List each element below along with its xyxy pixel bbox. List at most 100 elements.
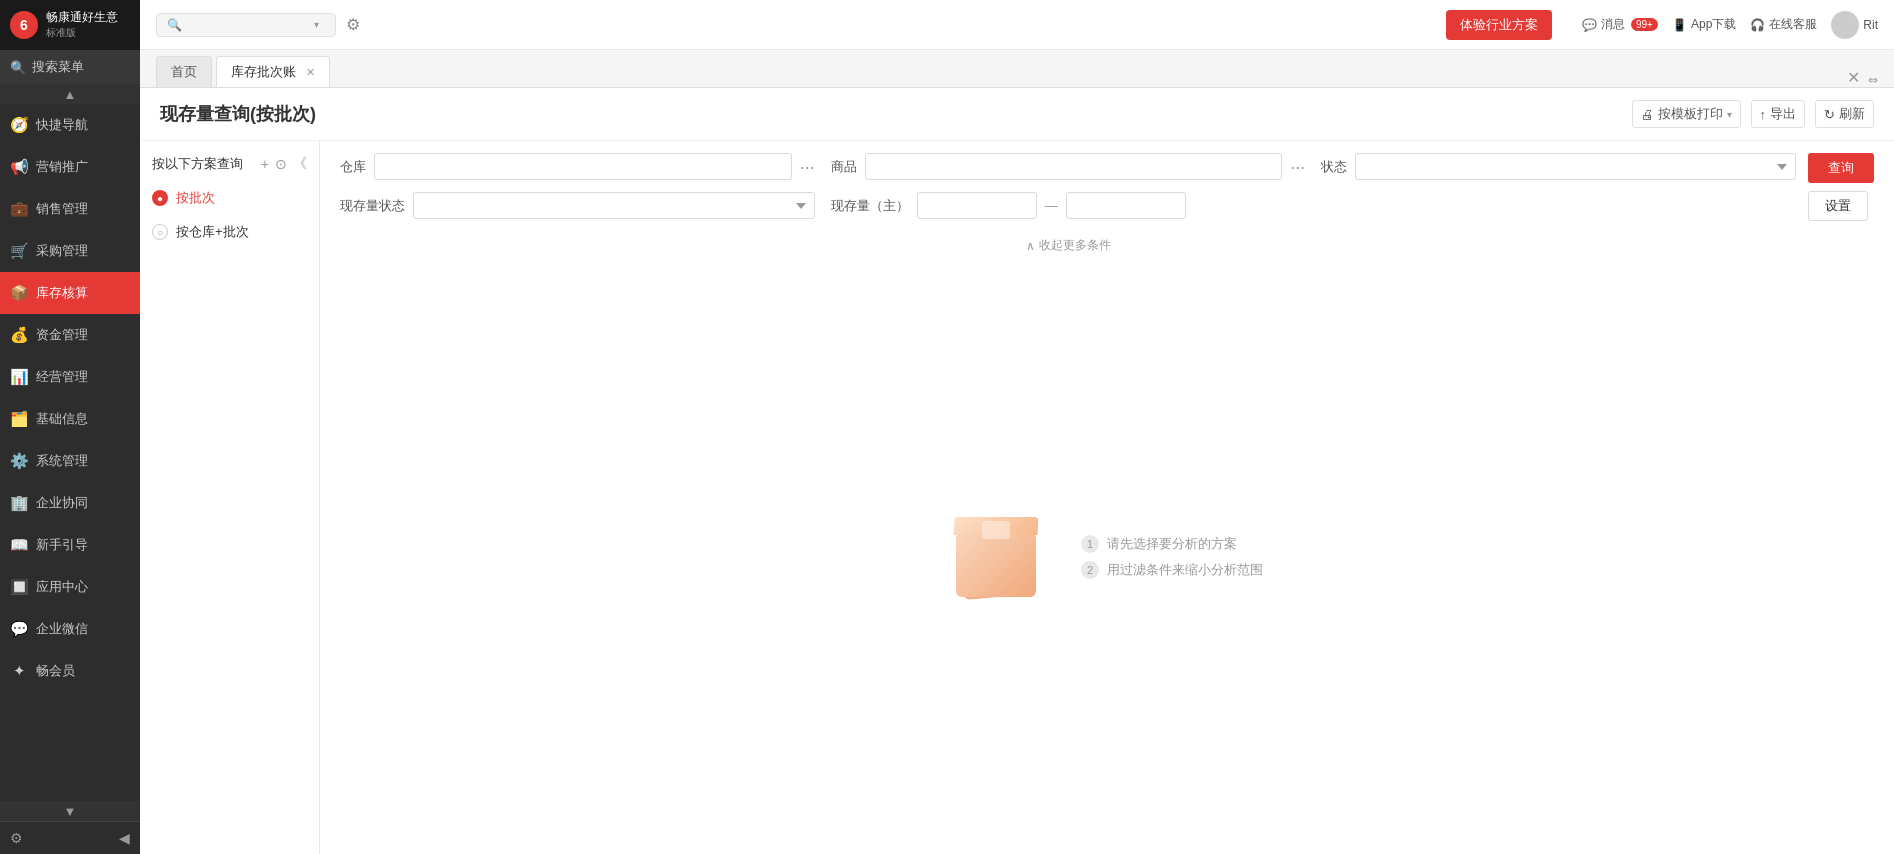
empty-number-1: 1: [1081, 535, 1099, 553]
sidebar-item-wechat[interactable]: 💬 企业微信: [0, 608, 140, 650]
body-area: 按以下方案查询 + ⊙ 《 ● 按批次 ○ 按仓库+批次: [140, 141, 1894, 854]
scheme-settings-icon[interactable]: ⊙: [275, 156, 287, 172]
scheme-item-by-batch[interactable]: ● 按批次: [140, 181, 319, 215]
stock-qty-max-input[interactable]: [1066, 192, 1186, 219]
collapse-sidebar-button[interactable]: ◀: [119, 830, 130, 846]
status-select[interactable]: [1355, 153, 1796, 180]
topbar-search-box[interactable]: 🔍 ▾: [156, 13, 336, 37]
stock-status-label: 现存量状态: [340, 197, 405, 215]
tab-home[interactable]: 首页: [156, 56, 212, 87]
product-input[interactable]: [865, 153, 1283, 180]
nav-label-member: 畅会员: [36, 662, 75, 680]
sidebar-scroll-up[interactable]: ▲: [0, 84, 140, 104]
app-download-button[interactable]: 📱 App下载: [1672, 16, 1736, 33]
collapse-filters-button[interactable]: ∧ 收起更多条件: [340, 231, 1796, 260]
stock-status-select[interactable]: [413, 192, 815, 219]
topbar-search-dropdown-icon[interactable]: ▾: [314, 19, 319, 30]
query-button[interactable]: 查询: [1808, 153, 1874, 183]
scheme-panel-actions: + ⊙ 《: [261, 155, 307, 173]
tab-inventory-batch-label: 库存批次账: [231, 64, 296, 79]
page-header: 现存量查询(按批次) 🖨 按模板打印 ▾ ↑ 导出 ↻ 刷新: [140, 88, 1894, 141]
nav-icon-wechat: 💬: [10, 620, 28, 638]
nav-icon-basic: 🗂️: [10, 410, 28, 428]
nav-label-guide: 新手引导: [36, 536, 88, 554]
settings-button[interactable]: ⚙: [10, 830, 23, 846]
empty-hint-1: 1 请先选择要分析的方案: [1081, 535, 1263, 553]
nav-label-system: 系统管理: [36, 452, 88, 470]
nav-label-sales: 销售管理: [36, 200, 88, 218]
topbar: 🔍 ▾ ⚙ 体验行业方案 💬 消息 99+ 📱 App下载 🎧 在线客服 R: [140, 0, 1894, 50]
export-button[interactable]: ↑ 导出: [1751, 100, 1806, 128]
filter-and-buttons: 仓库 ··· 商品 ··· 状态: [320, 141, 1894, 260]
sidebar-item-purchase[interactable]: 🛒 采购管理: [0, 230, 140, 272]
user-menu[interactable]: Rit: [1831, 11, 1878, 39]
filter-stock-qty-group: 现存量（主） —: [831, 192, 1306, 219]
page-actions: 🖨 按模板打印 ▾ ↑ 导出 ↻ 刷新: [1632, 100, 1875, 128]
nav-label-enterprise: 企业协同: [36, 494, 88, 512]
sidebar-item-sales[interactable]: 💼 销售管理: [0, 188, 140, 230]
sidebar-item-marketing[interactable]: 📢 营销推广: [0, 146, 140, 188]
app-download-label: App下载: [1691, 16, 1736, 33]
tab-home-label: 首页: [171, 64, 197, 79]
nav-icon-system: ⚙️: [10, 452, 28, 470]
nav-label-operation: 经营管理: [36, 368, 88, 386]
stock-qty-label: 现存量（主）: [831, 197, 909, 215]
print-dropdown-icon[interactable]: ▾: [1727, 109, 1732, 120]
app-download-icon: 📱: [1672, 18, 1687, 32]
scheme-label-by-batch: 按批次: [176, 189, 215, 207]
sidebar-item-quick-nav[interactable]: 🧭 快捷导航: [0, 104, 140, 146]
refresh-button[interactable]: ↻ 刷新: [1815, 100, 1874, 128]
scheme-add-icon[interactable]: +: [261, 156, 269, 172]
sidebar-item-member[interactable]: ✦ 畅会员: [0, 650, 140, 692]
topbar-search-input[interactable]: [188, 18, 308, 32]
sidebar-item-inventory[interactable]: 📦 库存核算: [0, 272, 140, 314]
refresh-icon: ↻: [1824, 107, 1835, 122]
product-more-btn[interactable]: ···: [1290, 158, 1305, 176]
sidebar-item-system[interactable]: ⚙️ 系统管理: [0, 440, 140, 482]
stock-qty-dash: —: [1045, 198, 1058, 213]
scheme-dot-by-batch: ●: [152, 190, 168, 206]
scheme-label-by-warehouse-batch: 按仓库+批次: [176, 223, 249, 241]
scheme-item-by-warehouse-batch[interactable]: ○ 按仓库+批次: [140, 215, 319, 249]
nav-icon-quick-nav: 🧭: [10, 116, 28, 134]
collapse-row: ∧ 收起更多条件: [340, 231, 1796, 260]
panel-close-button[interactable]: ✕: [1847, 68, 1860, 87]
online-service-button[interactable]: 🎧 在线客服: [1750, 16, 1817, 33]
status-label: 状态: [1321, 158, 1347, 176]
filter-row-1: 仓库 ··· 商品 ··· 状态: [340, 153, 1796, 180]
sidebar-item-basic[interactable]: 🗂️ 基础信息: [0, 398, 140, 440]
stock-qty-min-input[interactable]: [917, 192, 1037, 219]
sidebar-search[interactable]: 🔍 搜索菜单: [0, 50, 140, 84]
messages-button[interactable]: 💬 消息 99+: [1582, 16, 1658, 33]
filters-column: 仓库 ··· 商品 ··· 状态: [340, 153, 1796, 260]
tab-close-inventory-batch[interactable]: ✕: [306, 66, 315, 78]
filter-stock-status-group: 现存量状态: [340, 192, 815, 219]
sidebar-item-apps[interactable]: 🔲 应用中心: [0, 566, 140, 608]
nav-label-inventory: 库存核算: [36, 284, 88, 302]
content-area: 现存量查询(按批次) 🖨 按模板打印 ▾ ↑ 导出 ↻ 刷新: [140, 88, 1894, 854]
tab-inventory-batch[interactable]: 库存批次账 ✕: [216, 56, 330, 87]
sidebar-item-guide[interactable]: 📖 新手引导: [0, 524, 140, 566]
scheme-collapse-icon[interactable]: 《: [293, 155, 307, 173]
topbar-settings-icon[interactable]: ⚙: [346, 15, 360, 34]
messages-label: 消息: [1601, 16, 1625, 33]
warehouse-input[interactable]: [374, 153, 792, 180]
column-settings-button[interactable]: 设置: [1808, 191, 1868, 221]
sidebar-scroll-down[interactable]: ▼: [0, 801, 140, 821]
app-title: 畅康通好生意: [46, 10, 118, 26]
warehouse-more-btn[interactable]: ···: [800, 158, 815, 176]
sidebar-item-finance[interactable]: 💰 资金管理: [0, 314, 140, 356]
topbar-search-icon: 🔍: [167, 18, 182, 32]
scheme-panel: 按以下方案查询 + ⊙ 《 ● 按批次 ○ 按仓库+批次: [140, 141, 320, 854]
nav-label-quick-nav: 快捷导航: [36, 116, 88, 134]
sidebar-item-operation[interactable]: 📊 经营管理: [0, 356, 140, 398]
industry-solution-button[interactable]: 体验行业方案: [1446, 10, 1552, 40]
nav-icon-finance: 💰: [10, 326, 28, 344]
nav-icon-purchase: 🛒: [10, 242, 28, 260]
messages-badge: 99+: [1631, 18, 1658, 31]
nav-label-apps: 应用中心: [36, 578, 88, 596]
sidebar-item-enterprise[interactable]: 🏢 企业协同: [0, 482, 140, 524]
nav-label-finance: 资金管理: [36, 326, 88, 344]
print-button[interactable]: 🖨 按模板打印 ▾: [1632, 100, 1741, 128]
product-label: 商品: [831, 158, 857, 176]
